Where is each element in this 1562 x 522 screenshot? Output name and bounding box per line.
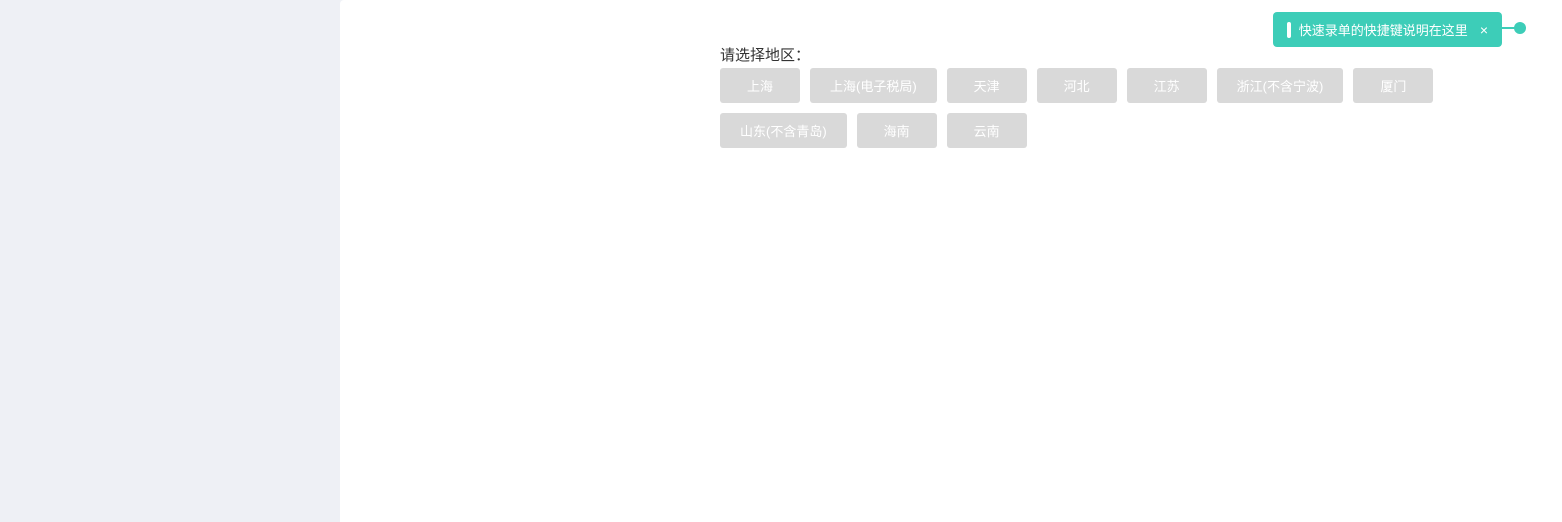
region-buttons: 上海 上海(电子税局) 天津 河北 江苏 浙江(不含宁波) 厦门 山东(不含青岛… [720, 68, 1562, 148]
region-btn-tianjin[interactable]: 天津 [947, 68, 1027, 103]
region-btn-hainan[interactable]: 海南 [857, 113, 937, 148]
main-content: 请选择地区： 上海 上海(电子税局) 天津 河北 江苏 浙江(不含宁波) 厦门 … [340, 0, 1562, 522]
region-btn-shanghai-etax[interactable]: 上海(电子税局) [810, 68, 937, 103]
region-btn-shandong[interactable]: 山东(不含青岛) [720, 113, 847, 148]
region-btn-xiamen[interactable]: 厦门 [1353, 68, 1433, 103]
tooltip-text: 快速录单的快捷键说明在这里 [1299, 20, 1468, 39]
region-label: 请选择地区： [720, 44, 810, 65]
tooltip-connector-dot [1514, 22, 1526, 34]
region-btn-yunnan[interactable]: 云南 [947, 113, 1027, 148]
tooltip-close-button[interactable]: × [1480, 23, 1488, 37]
region-row-2: 山东(不含青岛) 海南 云南 [720, 113, 1562, 148]
region-btn-shanghai[interactable]: 上海 [720, 68, 800, 103]
tooltip-banner: 快速录单的快捷键说明在这里 × [1273, 12, 1502, 47]
tooltip-bar-accent [1287, 22, 1291, 38]
region-btn-hebei[interactable]: 河北 [1037, 68, 1117, 103]
sidebar [0, 0, 340, 522]
region-btn-zhejiang[interactable]: 浙江(不含宁波) [1217, 68, 1344, 103]
region-btn-jiangsu[interactable]: 江苏 [1127, 68, 1207, 103]
region-row-1: 上海 上海(电子税局) 天津 河北 江苏 浙江(不含宁波) 厦门 [720, 68, 1562, 103]
